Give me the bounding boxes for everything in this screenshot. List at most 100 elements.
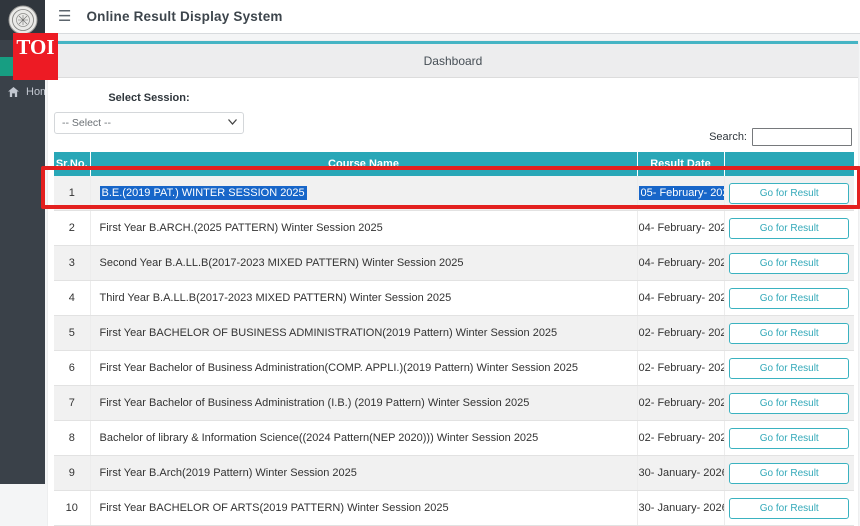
result-date-text: 05- February- 2026 (639, 186, 725, 200)
cell-course-name: First Year Bachelor of Business Administ… (90, 351, 637, 386)
session-select[interactable]: -- Select -- (54, 112, 244, 134)
result-date-text: 04- February- 2026 (639, 257, 725, 269)
cell-course-name: Second Year B.A.LL.B(2017-2023 MIXED PAT… (90, 246, 637, 281)
cell-course-name: Third Year B.A.LL.B(2017-2023 MIXED PATT… (90, 281, 637, 316)
go-for-result-button[interactable]: Go for Result (729, 218, 849, 239)
cell-result-date: 04- February- 2026 (637, 211, 724, 246)
cell-action: Go for Result (724, 491, 854, 526)
cell-action: Go for Result (724, 351, 854, 386)
search-input[interactable] (752, 128, 852, 146)
university-logo (0, 0, 45, 40)
cell-course-name: First Year B.Arch(2019 Pattern) Winter S… (90, 456, 637, 491)
cell-course-name: First Year BACHELOR OF ARTS(2019 PATTERN… (90, 491, 637, 526)
results-table-body: 1 B.E.(2019 PAT.) WINTER SESSION 2025 05- … (54, 176, 854, 526)
cell-action: Go for Result (724, 421, 854, 456)
cell-result-date: 02- February- 2026 (637, 421, 724, 456)
cell-sr-no: 1 (54, 176, 90, 211)
table-row: 8Bachelor of library & Information Scien… (54, 421, 854, 456)
university-seal-icon (8, 5, 38, 35)
top-navbar: ☰ Online Result Display System (45, 0, 860, 34)
table-row: 2 First Year B.ARCH.(2025 PATTERN) Winter… (54, 211, 854, 246)
cell-action: Go for Result (724, 246, 854, 281)
main-content: Dashboard Select Session: -- Select -- S… (45, 34, 860, 484)
cell-sr-no: 6 (54, 351, 90, 386)
cell-result-date: 02- February- 2026 (637, 351, 724, 386)
sidebar: Home (0, 0, 45, 484)
cell-action: Go for Result (724, 386, 854, 421)
result-date-text: 02- February- 2026 (639, 362, 725, 374)
course-name-text: First Year B.Arch(2019 Pattern) Winter S… (100, 467, 357, 479)
cell-result-date: 02- February- 2026 (637, 316, 724, 351)
cell-sr-no: 4 (54, 281, 90, 316)
column-header-srno: Sr.No. (54, 152, 90, 176)
result-date-text: 02- February- 2026 (639, 327, 725, 339)
cell-sr-no: 2 (54, 211, 90, 246)
sidebar-item-label: Home (26, 86, 45, 98)
go-for-result-button[interactable]: Go for Result (729, 253, 849, 274)
page-title: Dashboard (424, 54, 483, 68)
result-date-text: 02- February- 2026 (639, 432, 725, 444)
cell-action: Go for Result (724, 211, 854, 246)
app-title: Online Result Display System (86, 9, 282, 24)
sidebar-accent-chip (0, 57, 13, 76)
result-date-text: 04- February- 2026 (639, 222, 725, 234)
cell-action: Go for Result (724, 176, 854, 211)
cell-course-name: First Year BACHELOR OF BUSINESS ADMINIST… (90, 316, 637, 351)
cell-result-date: 30- January- 2026 (637, 491, 724, 526)
column-header-course-name: Course Name (90, 152, 637, 176)
course-name-text: Third Year B.A.LL.B(2017-2023 MIXED PATT… (100, 292, 452, 304)
course-name-text: Second Year B.A.LL.B(2017-2023 MIXED PAT… (100, 257, 464, 269)
column-header-action (724, 152, 854, 176)
cell-result-date: 04- February- 2026 (637, 281, 724, 316)
go-for-result-button[interactable]: Go for Result (729, 323, 849, 344)
result-date-text: 30- January- 2026 (639, 467, 725, 479)
cell-sr-no: 5 (54, 316, 90, 351)
course-name-text: First Year Bachelor of Business Administ… (100, 362, 579, 374)
table-row: 7 First Year Bachelor of Business Adminis… (54, 386, 854, 421)
cell-action: Go for Result (724, 316, 854, 351)
cell-course-name: First Year B.ARCH.(2025 PATTERN) Winter … (90, 211, 637, 246)
table-row: 9 First Year B.Arch(2019 Pattern) Winter … (54, 456, 854, 491)
results-table: Sr.No. Course Name Result Date 1 B.E.(201… (54, 152, 854, 526)
dashboard-card: Dashboard Select Session: -- Select -- S… (48, 41, 858, 526)
table-row: 6 First Year Bachelor of Business Adminis… (54, 351, 854, 386)
cell-result-date: 30- January- 2026 (637, 456, 724, 491)
card-header: Dashboard (48, 44, 858, 78)
card-body: Select Session: -- Select -- Search: (48, 78, 858, 526)
cell-result-date: 04- February- 2026 (637, 246, 724, 281)
go-for-result-button[interactable]: Go for Result (729, 428, 849, 449)
table-row: 4 Third Year B.A.LL.B(2017-2023 MIXED PAT… (54, 281, 854, 316)
go-for-result-button[interactable]: Go for Result (729, 288, 849, 309)
hamburger-menu-icon[interactable]: ☰ (58, 9, 71, 24)
go-for-result-button[interactable]: Go for Result (729, 498, 849, 519)
cell-sr-no: 9 (54, 456, 90, 491)
sidebar-item-home[interactable]: Home (0, 82, 45, 102)
search-label: Search: (709, 131, 747, 143)
course-name-text: First Year Bachelor of Business Administ… (100, 397, 530, 409)
table-row: 10 First Year BACHELOR OF ARTS(2019 PATTE… (54, 491, 854, 526)
results-table-head: Sr.No. Course Name Result Date (54, 152, 854, 176)
result-date-text: 02- February- 2026 (639, 397, 725, 409)
course-name-text: B.E.(2019 PAT.) WINTER SESSION 2025 (100, 186, 307, 200)
column-header-result-date: Result Date (637, 152, 724, 176)
course-name-text: First Year BACHELOR OF BUSINESS ADMINIST… (100, 327, 558, 339)
go-for-result-button[interactable]: Go for Result (729, 393, 849, 414)
session-select-wrap: -- Select -- (54, 112, 244, 134)
go-for-result-button[interactable]: Go for Result (729, 463, 849, 484)
cell-course-name: Bachelor of library & Information Scienc… (90, 421, 637, 456)
course-name-text: First Year B.ARCH.(2025 PATTERN) Winter … (100, 222, 383, 234)
cell-sr-no: 7 (54, 386, 90, 421)
cell-result-date: 02- February- 2026 (637, 386, 724, 421)
cell-result-date: 05- February- 2026 (637, 176, 724, 211)
select-session-label: Select Session: (54, 92, 244, 104)
cell-action: Go for Result (724, 281, 854, 316)
go-for-result-button[interactable]: Go for Result (729, 358, 849, 379)
home-icon (8, 87, 19, 97)
table-row: 3Second Year B.A.LL.B(2017-2023 MIXED PA… (54, 246, 854, 281)
go-for-result-button[interactable]: Go for Result (729, 183, 849, 204)
course-name-text: First Year BACHELOR OF ARTS(2019 PATTERN… (100, 502, 449, 514)
cell-sr-no: 10 (54, 491, 90, 526)
cell-course-name: First Year Bachelor of Business Administ… (90, 386, 637, 421)
table-row: 5 First Year BACHELOR OF BUSINESS ADMINIS… (54, 316, 854, 351)
result-date-text: 04- February- 2026 (639, 292, 725, 304)
